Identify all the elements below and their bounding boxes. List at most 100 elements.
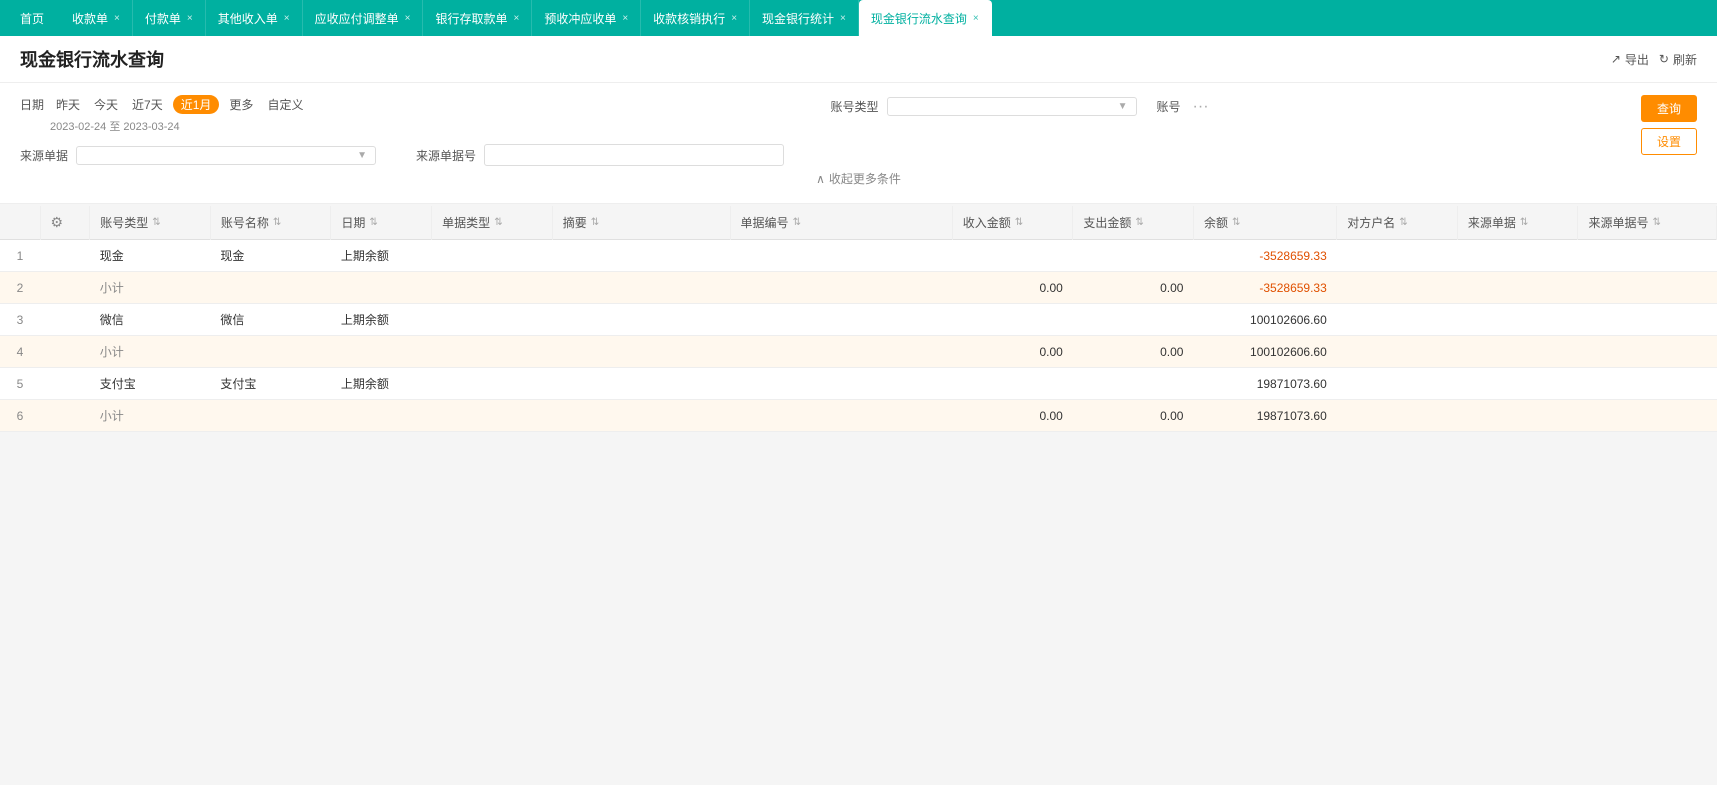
- th-account-name[interactable]: 账号名称 ⇅: [210, 206, 331, 240]
- account-type-filter: 账号类型 ▼: [831, 97, 1137, 116]
- refresh-button[interactable]: ↻ 刷新: [1659, 51, 1697, 68]
- tab-label: 付款单: [145, 10, 181, 27]
- nav-home[interactable]: 首页: [4, 0, 60, 36]
- close-icon[interactable]: ×: [405, 13, 411, 24]
- header-actions: ↗ 导出 ↻ 刷新: [1611, 51, 1697, 68]
- cell-source-doc: [1457, 240, 1578, 272]
- th-summary[interactable]: 摘要 ⇅: [552, 206, 730, 240]
- collapse-filters-button[interactable]: ∧ 收起更多条件: [20, 166, 1697, 191]
- date-shortcuts: 昨天 今天 近7天 近1月 更多 自定义: [52, 95, 307, 114]
- close-icon[interactable]: ×: [731, 13, 737, 24]
- date-1month[interactable]: 近1月: [173, 95, 220, 114]
- cell-source-doc: [1457, 304, 1578, 336]
- close-icon[interactable]: ×: [973, 13, 979, 24]
- top-navigation: 首页 收款单 × 付款单 × 其他收入单 × 应收应付调整单 × 银行存取款单 …: [0, 0, 1717, 36]
- date-7days[interactable]: 近7天: [128, 95, 167, 114]
- cell-doc-type: [432, 368, 553, 400]
- close-icon[interactable]: ×: [114, 13, 120, 24]
- source-doc-no-input[interactable]: [484, 144, 784, 166]
- cell-check: [40, 240, 90, 272]
- th-source-doc-no[interactable]: 来源单据号 ⇅: [1578, 206, 1717, 240]
- cell-seq: 3: [0, 304, 40, 336]
- cell-source-doc-no: [1578, 336, 1717, 368]
- th-balance[interactable]: 余额 ⇅: [1193, 206, 1336, 240]
- close-icon[interactable]: ×: [187, 13, 193, 24]
- cell-account-name: 微信: [210, 304, 331, 336]
- th-expense[interactable]: 支出金额 ⇅: [1073, 206, 1194, 240]
- date-custom[interactable]: 自定义: [263, 95, 307, 114]
- nav-tab-shoukuanhexiao[interactable]: 收款核销执行 ×: [641, 0, 750, 36]
- cell-account-type: 小计: [90, 336, 211, 368]
- nav-tab-xianjinyinhangtongjii[interactable]: 现金银行统计 ×: [750, 0, 859, 36]
- th-doc-no-label: 单据编号: [741, 214, 789, 231]
- cell-account-name: [210, 336, 331, 368]
- table-row: 5支付宝支付宝上期余额19871073.60: [0, 368, 1717, 400]
- cell-counterparty: [1337, 304, 1458, 336]
- action-buttons: 查询 设置: [1641, 95, 1697, 155]
- refresh-label: 刷新: [1673, 51, 1697, 68]
- nav-tab-shoukuandan[interactable]: 收款单 ×: [60, 0, 133, 36]
- nav-tab-yinhangcunqukuan[interactable]: 银行存取款单 ×: [423, 0, 532, 36]
- cell-check: [40, 336, 90, 368]
- date-today[interactable]: 今天: [90, 95, 122, 114]
- export-label: 导出: [1625, 51, 1649, 68]
- settings-button[interactable]: 设置: [1641, 128, 1697, 155]
- account-type-label: 账号类型: [831, 98, 879, 115]
- table-body: 1现金现金上期余额-3528659.332小计0.000.00-3528659.…: [0, 240, 1717, 432]
- th-doc-no[interactable]: 单据编号 ⇅: [730, 206, 952, 240]
- query-button[interactable]: 查询: [1641, 95, 1697, 122]
- th-income-label: 收入金额: [963, 214, 1011, 231]
- cell-seq: 4: [0, 336, 40, 368]
- cell-account-name: 支付宝: [210, 368, 331, 400]
- tab-label: 现金银行统计: [762, 10, 834, 27]
- cell-account-type: 小计: [90, 400, 211, 432]
- th-doc-type[interactable]: 单据类型 ⇅: [432, 206, 553, 240]
- th-source-doc-label: 来源单据: [1468, 214, 1516, 231]
- cell-account-name: 现金: [210, 240, 331, 272]
- cell-date: [331, 272, 432, 304]
- th-account-type-label: 账号类型: [100, 214, 148, 231]
- cell-source-doc: [1457, 368, 1578, 400]
- cell-account-type: 小计: [90, 272, 211, 304]
- cell-balance: 19871073.60: [1193, 368, 1336, 400]
- th-source-doc-no-label: 来源单据号: [1588, 214, 1648, 231]
- th-gear[interactable]: ⚙: [40, 206, 90, 240]
- cell-balance: 100102606.60: [1193, 304, 1336, 336]
- cell-source-doc: [1457, 272, 1578, 304]
- export-button[interactable]: ↗ 导出: [1611, 51, 1649, 68]
- sort-icon: ⇅: [1520, 217, 1528, 228]
- tab-label: 收款单: [72, 10, 108, 27]
- tab-label: 银行存取款单: [435, 10, 507, 27]
- th-account-type[interactable]: 账号类型 ⇅: [90, 206, 211, 240]
- cell-income: 0.00: [952, 272, 1073, 304]
- account-dots[interactable]: ···: [1189, 98, 1213, 116]
- cell-summary: [552, 240, 730, 272]
- page-header: 现金银行流水查询 ↗ 导出 ↻ 刷新: [0, 36, 1717, 83]
- th-date[interactable]: 日期 ⇅: [331, 206, 432, 240]
- nav-tab-liushuichaxun[interactable]: 现金银行流水查询 ×: [859, 0, 992, 36]
- account-type-select[interactable]: ▼: [887, 97, 1137, 116]
- date-range-display: 2023-02-24 至 2023-03-24: [50, 121, 180, 133]
- gear-icon[interactable]: ⚙: [51, 214, 64, 230]
- source-doc-select[interactable]: ▼: [76, 146, 376, 165]
- cell-check: [40, 368, 90, 400]
- cell-expense: [1073, 240, 1194, 272]
- close-icon[interactable]: ×: [513, 13, 519, 24]
- close-icon[interactable]: ×: [284, 13, 290, 24]
- cell-expense: 0.00: [1073, 400, 1194, 432]
- nav-tab-yushouchong[interactable]: 预收冲应收单 ×: [532, 0, 641, 36]
- th-source-doc[interactable]: 来源单据 ⇅: [1457, 206, 1578, 240]
- cell-expense: 0.00: [1073, 272, 1194, 304]
- cell-account-type: 微信: [90, 304, 211, 336]
- th-income[interactable]: 收入金额 ⇅: [952, 206, 1073, 240]
- th-counterparty[interactable]: 对方户名 ⇅: [1337, 206, 1458, 240]
- date-yesterday[interactable]: 昨天: [52, 95, 84, 114]
- date-more[interactable]: 更多: [225, 95, 257, 114]
- sort-icon: ⇅: [494, 217, 502, 228]
- close-icon[interactable]: ×: [840, 13, 846, 24]
- nav-tab-qitashouruden[interactable]: 其他收入单 ×: [206, 0, 303, 36]
- close-icon[interactable]: ×: [622, 13, 628, 24]
- cell-doc-type: [432, 304, 553, 336]
- nav-tab-fukuandan[interactable]: 付款单 ×: [133, 0, 206, 36]
- nav-tab-yingshoutiaozheng[interactable]: 应收应付调整单 ×: [303, 0, 424, 36]
